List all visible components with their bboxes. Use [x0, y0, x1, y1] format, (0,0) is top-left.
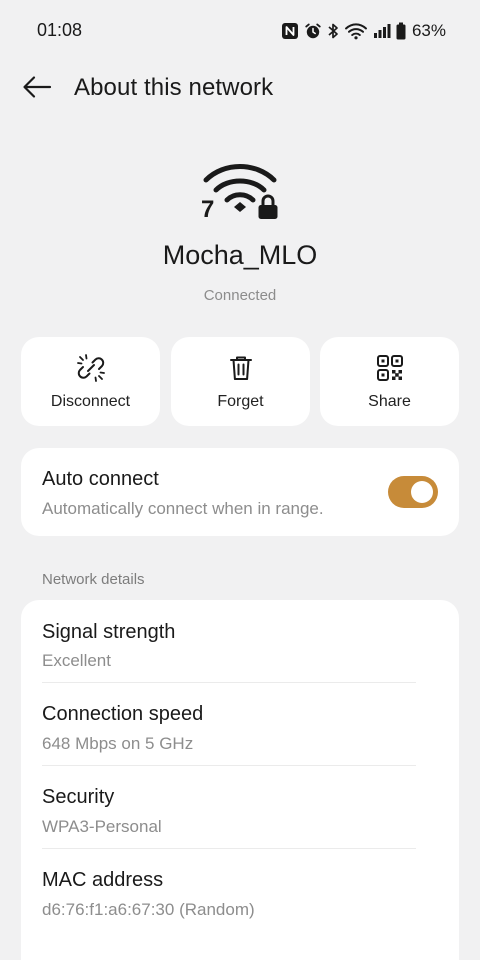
connection-speed-row: Connection speed 648 Mbps on 5 GHz — [21, 683, 459, 766]
top-bar: About this network — [0, 66, 480, 112]
cellular-signal-icon — [373, 22, 391, 40]
security-row: Security WPA3-Personal — [21, 766, 459, 849]
disconnect-button[interactable]: Disconnect — [21, 337, 160, 426]
detail-value: 648 Mbps on 5 GHz — [42, 734, 194, 753]
back-button[interactable] — [20, 72, 54, 106]
detail-value: Excellent — [42, 651, 111, 670]
share-label: Share — [368, 393, 411, 410]
trash-icon — [226, 353, 256, 388]
page-title: About this network — [74, 74, 274, 101]
detail-title: MAC address — [42, 869, 164, 891]
arrow-left-icon — [22, 75, 52, 104]
status-time: 01:08 — [37, 20, 83, 40]
wifi-7-lock-icon: 7 — [200, 160, 280, 223]
wifi-icon — [344, 22, 368, 40]
detail-value: d6:76:f1:a6:67:30 (Random) — [42, 900, 255, 919]
auto-connect-row[interactable]: Auto connect Automatically connect when … — [21, 448, 459, 536]
detail-value: WPA3-Personal — [42, 817, 162, 836]
qr-code-icon — [375, 353, 405, 388]
status-bar: 01:08 63% — [0, 0, 480, 64]
detail-title: Signal strength — [42, 621, 176, 643]
unlink-icon — [76, 353, 106, 388]
network-details-label: Network details — [42, 571, 145, 588]
auto-connect-subtitle: Automatically connect when in range. — [42, 499, 324, 518]
mac-address-row[interactable]: MAC address d6:76:f1:a6:67:30 (Random) — [21, 849, 459, 932]
status-icons: 63% — [281, 21, 446, 41]
forget-label: Forget — [217, 393, 264, 410]
network-name: Mocha_MLO — [162, 240, 318, 270]
alarm-icon — [304, 22, 322, 40]
forget-button[interactable]: Forget — [171, 337, 310, 426]
toggle-knob — [411, 481, 433, 503]
share-button[interactable]: Share — [320, 337, 459, 426]
detail-title: Connection speed — [42, 703, 204, 725]
bluetooth-icon — [327, 22, 339, 40]
disconnect-label: Disconnect — [50, 393, 131, 410]
battery-icon — [396, 22, 406, 40]
wifi-generation-label: 7 — [201, 196, 214, 222]
auto-connect-title: Auto connect — [42, 468, 159, 490]
network-details-card: Signal strength Excellent Connection spe… — [21, 600, 459, 960]
network-status: Connected — [203, 287, 277, 304]
battery-percent: 63% — [411, 21, 446, 40]
nfc-icon — [281, 22, 299, 40]
auto-connect-toggle[interactable] — [388, 476, 438, 508]
detail-title: Security — [42, 786, 115, 808]
signal-strength-row: Signal strength Excellent — [21, 600, 459, 683]
